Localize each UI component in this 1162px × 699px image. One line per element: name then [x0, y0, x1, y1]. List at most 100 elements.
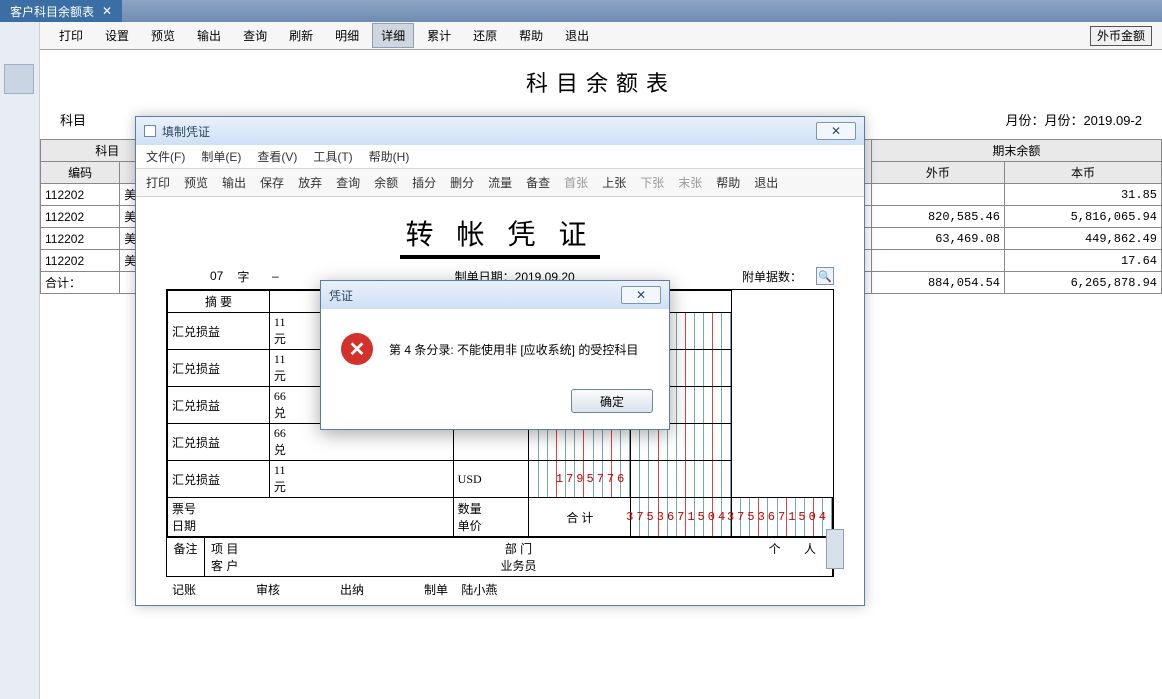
voucher-sign-row: 记账 审核 出纳 制单 陆小燕 — [166, 577, 834, 602]
toolbar-btn-详细[interactable]: 详细 — [372, 23, 414, 48]
voucher-tbtn-流量[interactable]: 流量 — [488, 174, 512, 191]
menu-item[interactable]: 文件(F) — [146, 148, 185, 165]
zi-prefix: 07 — [210, 269, 223, 283]
voucher-tbtn-打印[interactable]: 打印 — [146, 174, 170, 191]
cell-foreign: 63,469.08 — [871, 228, 1004, 250]
voucher-close-button[interactable]: ✕ — [816, 122, 856, 140]
alert-body: ✕ 第 4 条分录: 不能使用非 [应收系统] 的受控科目 — [321, 309, 669, 389]
foreign-amount-chip[interactable]: 外币金额 — [1090, 26, 1152, 46]
voucher-tbtn-备查[interactable]: 备查 — [526, 174, 550, 191]
toolbar-btn-帮助[interactable]: 帮助 — [510, 23, 552, 48]
remark-label: 备注 — [167, 538, 205, 576]
left-rail-panel[interactable] — [4, 64, 34, 94]
toolbar-btn-输出[interactable]: 输出 — [188, 23, 230, 48]
main-toolbar: 打印设置预览输出查询刷新明细详细累计还原帮助退出 外币金额 — [40, 22, 1162, 50]
voucher-tbtn-删分[interactable]: 删分 — [450, 174, 474, 191]
sign-sh: 审核 — [256, 581, 280, 598]
menu-item[interactable]: 制单(E) — [201, 148, 241, 165]
entry-credit — [631, 461, 732, 498]
toolbar-btn-累计[interactable]: 累计 — [418, 23, 460, 48]
cell-foreign — [871, 250, 1004, 272]
voucher-title-text: 填制凭证 — [162, 123, 210, 140]
voucher-tbtn-下张: 下张 — [640, 174, 664, 191]
voucher-tbtn-输出[interactable]: 输出 — [222, 174, 246, 191]
voucher-doc-title: 转 帐 凭 证 — [166, 213, 834, 253]
sign-cn: 出纳 — [340, 581, 364, 598]
tab-label: 客户科目余额表 — [10, 3, 94, 20]
entry-zy: 汇兑损益 — [168, 387, 270, 424]
cell-local2: 449,862.49 — [1005, 228, 1162, 250]
voucher-title-underline — [400, 255, 600, 259]
cell-foreign: 884,054.54 — [871, 272, 1004, 294]
sum-label: 合 计 — [529, 498, 631, 537]
entry-zy: 汇兑损益 — [168, 350, 270, 387]
toolbar-btn-打印[interactable]: 打印 — [50, 23, 92, 48]
voucher-tbtn-首张: 首张 — [564, 174, 588, 191]
toolbar-btn-预览[interactable]: 预览 — [142, 23, 184, 48]
toolbar-btn-还原[interactable]: 还原 — [464, 23, 506, 48]
menu-item[interactable]: 工具(T) — [313, 148, 352, 165]
voucher-tbtn-预览[interactable]: 预览 — [184, 174, 208, 191]
attach-label: 附单据数： — [742, 268, 802, 285]
alert-close-button[interactable]: ✕ — [621, 286, 661, 304]
voucher-tbtn-上张[interactable]: 上张 — [602, 174, 626, 191]
sign-zd-name: 陆小燕 — [461, 583, 497, 597]
toolbar-btn-查询[interactable]: 查询 — [234, 23, 276, 48]
person-label: 个 人 — [621, 540, 826, 557]
entry-zy: 汇兑损益 — [168, 313, 270, 350]
voucher-titlebar[interactable]: 填制凭证 ✕ — [136, 117, 864, 145]
cell-code: 112202 — [41, 228, 120, 250]
cell-local2: 17.64 — [1005, 250, 1162, 272]
price-label: 单价 — [458, 517, 525, 534]
voucher-tbtn-插分[interactable]: 插分 — [412, 174, 436, 191]
entry-debit: 1795776 — [529, 461, 631, 498]
sign-zd: 制单 — [424, 583, 448, 597]
entry-km: 11 元 — [269, 461, 453, 498]
voucher-tbtn-退出[interactable]: 退出 — [754, 174, 778, 191]
menu-item[interactable]: 帮助(H) — [369, 148, 410, 165]
close-icon: ✕ — [636, 288, 646, 302]
voucher-toolbar: 打印预览输出保存放弃查询余额插分删分流量备查首张上张下张末张帮助退出 — [136, 169, 864, 197]
menu-item[interactable]: 查看(V) — [257, 148, 297, 165]
voucher-menubar: 文件(F) 制单(E) 查看(V) 工具(T) 帮助(H) — [136, 145, 864, 169]
tab-close-icon[interactable]: ✕ — [102, 4, 112, 18]
voucher-entry-row[interactable]: 汇兑损益11 元USD1795776 — [168, 461, 833, 498]
alert-message: 第 4 条分录: 不能使用非 [应收系统] 的受控科目 — [389, 341, 638, 358]
cell-code: 112202 — [41, 184, 120, 206]
toolbar-btn-退出[interactable]: 退出 — [556, 23, 598, 48]
project-label: 项 目 — [211, 540, 416, 557]
ok-button[interactable]: 确定 — [571, 389, 653, 413]
cell-foreign — [871, 184, 1004, 206]
toolbar-right: 外币金额 — [1090, 27, 1152, 44]
cell-code: 合计： — [41, 272, 120, 294]
subject-label: 科目 — [60, 110, 86, 129]
entry-cur: USD — [453, 461, 529, 498]
th-code: 编码 — [41, 162, 120, 184]
voucher-tbtn-放弃[interactable]: 放弃 — [298, 174, 322, 191]
cell-local2: 6,265,878.94 — [1005, 272, 1162, 294]
voucher-tbtn-查询[interactable]: 查询 — [336, 174, 360, 191]
entry-zy: 汇兑损益 — [168, 461, 270, 498]
alert-dialog: 凭证 ✕ ✕ 第 4 条分录: 不能使用非 [应收系统] 的受控科目 确定 — [320, 280, 670, 430]
cell-foreign: 820,585.46 — [871, 206, 1004, 228]
date-label: 日期 — [172, 517, 310, 534]
sum-debit: 3753671504 — [631, 498, 731, 536]
voucher-tbtn-余额[interactable]: 余额 — [374, 174, 398, 191]
dept-label: 部 门 — [416, 540, 621, 557]
sum-credit: 3753671504 — [732, 498, 832, 536]
voucher-tbtn-保存[interactable]: 保存 — [260, 174, 284, 191]
tab-customer-balance[interactable]: 客户科目余额表 ✕ — [0, 0, 122, 22]
toolbar-btn-刷新[interactable]: 刷新 — [280, 23, 322, 48]
voucher-tbtn-帮助[interactable]: 帮助 — [716, 174, 740, 191]
period-label: 月份：月份：2019.09-2 — [1005, 110, 1142, 129]
th-local2: 本币 — [1005, 162, 1162, 184]
ticket-label: 票号 — [172, 500, 310, 517]
magnifier-icon[interactable]: 🔍 — [816, 267, 834, 285]
cell-local2: 5,816,065.94 — [1005, 206, 1162, 228]
toolbar-btn-设置[interactable]: 设置 — [96, 23, 138, 48]
alert-titlebar[interactable]: 凭证 ✕ — [321, 281, 669, 309]
toolbar-btn-明细[interactable]: 明细 — [326, 23, 368, 48]
error-icon: ✕ — [341, 333, 373, 365]
voucher-scroll-thumb[interactable] — [826, 529, 844, 569]
left-rail — [0, 22, 40, 699]
